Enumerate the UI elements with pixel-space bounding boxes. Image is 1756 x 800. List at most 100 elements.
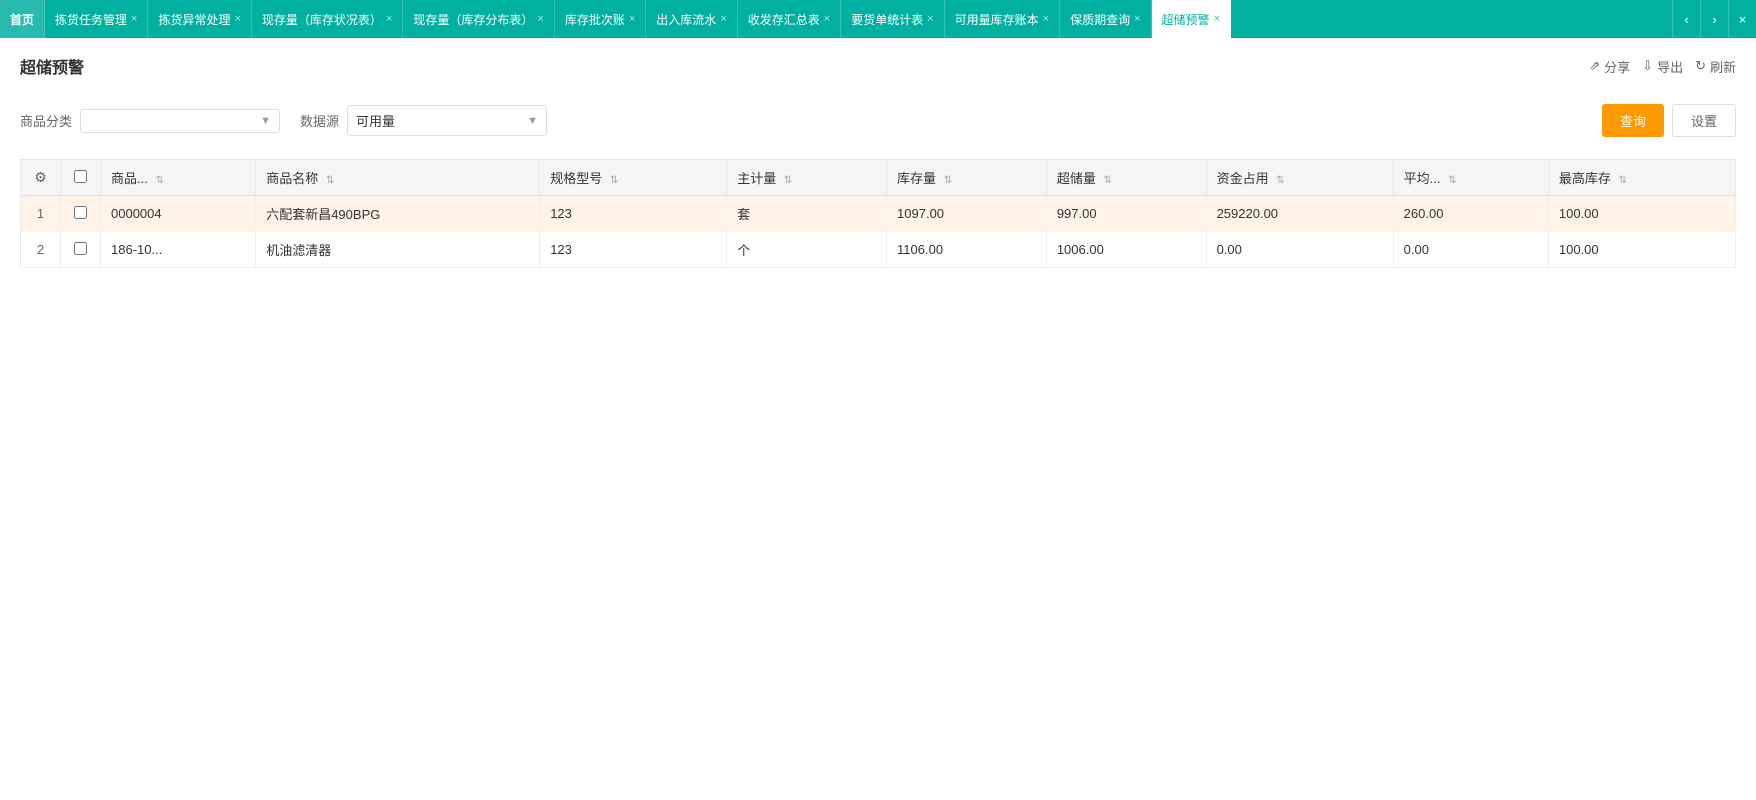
row-checkbox-cell — [61, 196, 101, 232]
sort-unit-icon[interactable]: ⇅ — [784, 175, 792, 186]
datasource-label: 数据源 — [300, 111, 339, 130]
row-avg-cell: 260.00 — [1393, 196, 1548, 232]
category-label: 商品分类 — [20, 111, 72, 130]
filter-row: 商品分类 ▼ 数据源 可用量 ▼ 查询 设置 — [20, 94, 1736, 147]
sort-maxstock-icon[interactable]: ⇅ — [1619, 175, 1627, 186]
top-nav: 首页 拣货任务管理×拣货异常处理×现存量（库存状况表）×现存量（库存分布表）×库… — [0, 0, 1756, 38]
row-checkbox-0[interactable] — [74, 206, 87, 219]
nav-tab-5[interactable]: 出入库流水× — [646, 0, 737, 38]
tab-close-9[interactable]: × — [1134, 13, 1140, 25]
datasource-dropdown-icon: ▼ — [527, 115, 538, 127]
row-checkbox-cell — [61, 232, 101, 268]
share-icon: ⇗ — [1589, 58, 1600, 74]
row-name-cell: 六配套新昌490BPG — [256, 196, 540, 232]
datasource-select-value: 可用量 — [356, 111, 395, 130]
row-name-cell: 机油滤清器 — [256, 232, 540, 268]
page-actions: ⇗ 分享 ⇩ 导出 ↻ 刷新 — [1589, 57, 1736, 76]
row-unit-cell: 套 — [727, 196, 887, 232]
nav-tab-1[interactable]: 拣货异常处理× — [148, 0, 251, 38]
nav-tab-10[interactable]: 超储预警× — [1152, 0, 1231, 38]
row-capital-cell: 259220.00 — [1206, 196, 1393, 232]
settings-button[interactable]: 设置 — [1672, 104, 1736, 137]
row-stock-cell: 1097.00 — [887, 196, 1047, 232]
th-avg-label: 平均... — [1404, 171, 1441, 186]
row-maxstock-cell: 100.00 — [1548, 196, 1735, 232]
select-all-checkbox[interactable] — [74, 170, 87, 183]
nav-tab-9[interactable]: 保质期查询× — [1060, 0, 1151, 38]
datasource-select[interactable]: 可用量 ▼ — [347, 105, 547, 136]
share-link[interactable]: ⇗ 分享 — [1589, 57, 1630, 76]
th-code: 商品... ⇅ — [101, 160, 256, 196]
row-num-cell: 1 — [21, 196, 61, 232]
category-dropdown-icon: ▼ — [260, 115, 271, 127]
row-spec-cell: 123 — [540, 232, 727, 268]
nav-tab-2[interactable]: 现存量（库存状况表）× — [252, 0, 403, 38]
sort-capital-icon[interactable]: ⇅ — [1276, 175, 1284, 186]
category-filter: 商品分类 ▼ — [20, 109, 280, 133]
sort-code-icon[interactable]: ⇅ — [155, 175, 163, 186]
table-row: 2 186-10... 机油滤清器 123 个 1106.00 1006.00 … — [21, 232, 1736, 268]
nav-next-arrow[interactable]: › — [1700, 0, 1728, 38]
row-over-cell: 997.00 — [1046, 196, 1206, 232]
row-spec-cell: 123 — [540, 196, 727, 232]
tab-close-6[interactable]: × — [824, 13, 830, 25]
th-over: 超储量 ⇅ — [1046, 160, 1206, 196]
th-settings: ⚙ — [21, 160, 61, 196]
page-title: 超储预警 — [20, 54, 84, 78]
filter-actions: 查询 设置 — [1602, 104, 1736, 137]
tab-close-7[interactable]: × — [927, 13, 933, 25]
datasource-filter: 数据源 可用量 ▼ — [300, 105, 547, 136]
row-unit-cell: 个 — [727, 232, 887, 268]
th-capital: 资金占用 ⇅ — [1206, 160, 1393, 196]
table-row: 1 0000004 六配套新昌490BPG 123 套 1097.00 997.… — [21, 196, 1736, 232]
nav-tab-7[interactable]: 要货单统计表× — [841, 0, 944, 38]
tab-close-4[interactable]: × — [629, 13, 635, 25]
tab-close-8[interactable]: × — [1043, 13, 1049, 25]
sort-spec-icon[interactable]: ⇅ — [610, 175, 618, 186]
tab-close-1[interactable]: × — [234, 13, 240, 25]
row-avg-cell: 0.00 — [1393, 232, 1548, 268]
tab-close-5[interactable]: × — [720, 13, 726, 25]
nav-tab-6[interactable]: 收发存汇总表× — [738, 0, 841, 38]
row-stock-cell: 1106.00 — [887, 232, 1047, 268]
query-button[interactable]: 查询 — [1602, 104, 1664, 137]
export-link[interactable]: ⇩ 导出 — [1642, 57, 1683, 76]
sort-over-icon[interactable]: ⇅ — [1103, 175, 1111, 186]
row-code-cell: 0000004 — [101, 196, 256, 232]
th-checkbox — [61, 160, 101, 196]
row-checkbox-1[interactable] — [74, 242, 87, 255]
nav-close-arrow[interactable]: × — [1728, 0, 1756, 38]
sort-name-icon[interactable]: ⇅ — [326, 175, 334, 186]
nav-tab-8[interactable]: 可用量库存账本× — [945, 0, 1060, 38]
th-maxstock: 最高库存 ⇅ — [1548, 160, 1735, 196]
category-select[interactable]: ▼ — [80, 109, 280, 133]
nav-tab-4[interactable]: 库存批次账× — [555, 0, 646, 38]
nav-tab-0[interactable]: 拣货任务管理× — [45, 0, 148, 38]
page-header: 超储预警 ⇗ 分享 ⇩ 导出 ↻ 刷新 — [20, 54, 1736, 78]
th-stock-label: 库存量 — [897, 171, 936, 186]
row-over-cell: 1006.00 — [1046, 232, 1206, 268]
th-over-label: 超储量 — [1057, 171, 1096, 186]
nav-prev-arrow[interactable]: ‹ — [1672, 0, 1700, 38]
th-name-label: 商品名称 — [266, 171, 318, 186]
tab-close-10[interactable]: × — [1214, 13, 1220, 25]
sort-avg-icon[interactable]: ⇅ — [1448, 175, 1456, 186]
row-capital-cell: 0.00 — [1206, 232, 1393, 268]
nav-tab-3[interactable]: 现存量（库存分布表）× — [403, 0, 554, 38]
refresh-icon: ↻ — [1695, 58, 1706, 74]
tab-close-3[interactable]: × — [537, 13, 543, 25]
row-maxstock-cell: 100.00 — [1548, 232, 1735, 268]
nav-home[interactable]: 首页 — [0, 0, 45, 38]
sort-stock-icon[interactable]: ⇅ — [944, 175, 952, 186]
table-settings-icon[interactable]: ⚙ — [34, 169, 47, 185]
tab-close-0[interactable]: × — [131, 13, 137, 25]
th-maxstock-label: 最高库存 — [1559, 171, 1611, 186]
th-code-label: 商品... — [111, 171, 148, 186]
table-header-row: ⚙ 商品... ⇅ 商品名称 ⇅ 规格型号 ⇅ 主计量 — [21, 160, 1736, 196]
th-spec-label: 规格型号 — [550, 171, 602, 186]
refresh-link[interactable]: ↻ 刷新 — [1695, 57, 1736, 76]
data-table: ⚙ 商品... ⇅ 商品名称 ⇅ 规格型号 ⇅ 主计量 — [20, 159, 1736, 268]
th-unit: 主计量 ⇅ — [727, 160, 887, 196]
page-content: 超储预警 ⇗ 分享 ⇩ 导出 ↻ 刷新 商品分类 ▼ 数据源 — [0, 38, 1756, 800]
tab-close-2[interactable]: × — [386, 13, 392, 25]
